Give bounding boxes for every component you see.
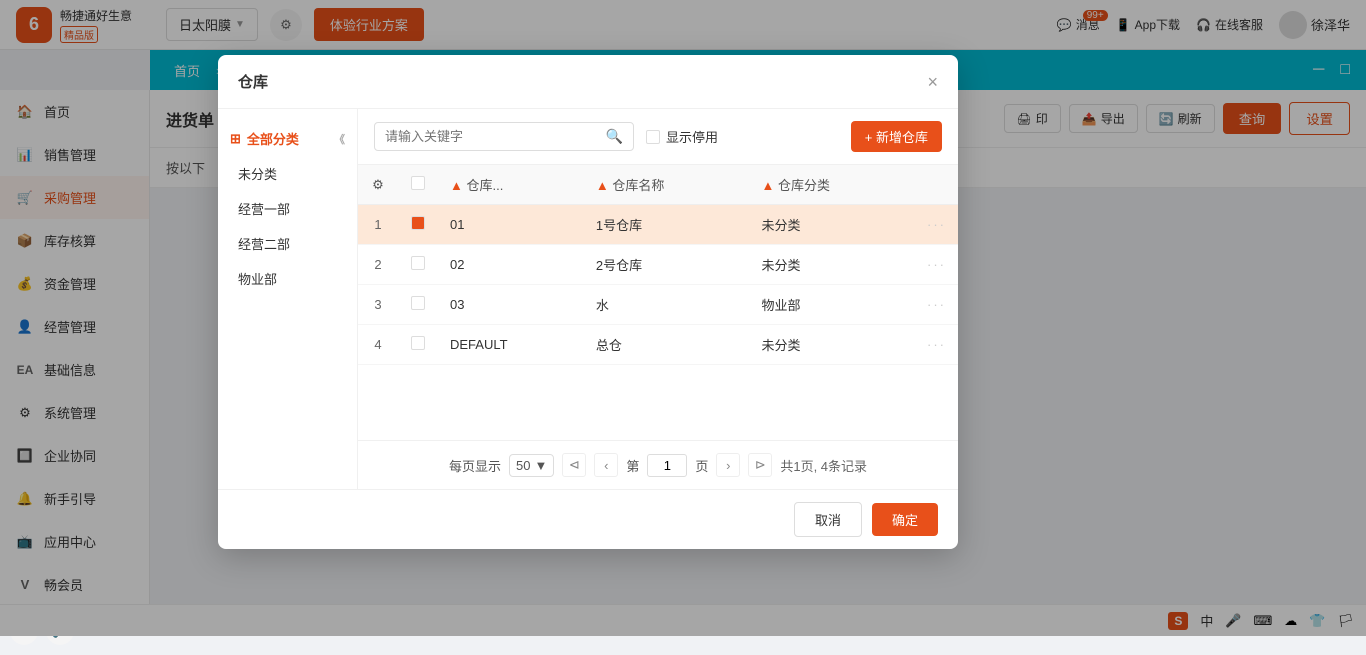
more-options-icon[interactable]: ··· bbox=[927, 337, 946, 352]
row-category: 物业部 bbox=[749, 285, 915, 325]
row-category: 未分类 bbox=[749, 325, 915, 365]
page-unit: 页 bbox=[695, 456, 708, 475]
row-id: 01 bbox=[438, 205, 584, 245]
col-check-header bbox=[398, 165, 438, 205]
page-label: 第 bbox=[626, 456, 639, 475]
search-box: 🔍 bbox=[374, 122, 634, 151]
last-page-button[interactable]: ⊳ bbox=[748, 453, 772, 477]
row-id: DEFAULT bbox=[438, 325, 584, 365]
row-category: 未分类 bbox=[749, 205, 915, 245]
row-id: 02 bbox=[438, 245, 584, 285]
row-number: 4 bbox=[358, 325, 398, 365]
col-name-header: ▲ 仓库名称 bbox=[584, 165, 750, 205]
row-more[interactable]: ··· bbox=[915, 285, 958, 325]
show-disabled-toggle[interactable]: 显示停用 bbox=[646, 127, 718, 146]
row-name: 1号仓库 bbox=[584, 205, 750, 245]
modal-title: 仓库 bbox=[238, 71, 268, 92]
more-options-icon[interactable]: ··· bbox=[927, 257, 946, 272]
warehouse-table: ⚙ ▲ 仓库... ▲ 仓库名称 bbox=[358, 165, 958, 440]
category-item-property[interactable]: 物业部 bbox=[218, 261, 357, 296]
modal-content: 🔍 显示停用 + 新增仓库 ⚙ bbox=[358, 109, 958, 489]
prev-page-button[interactable]: ‹ bbox=[594, 453, 618, 477]
row-more[interactable]: ··· bbox=[915, 325, 958, 365]
row-checkbox-cell[interactable] bbox=[398, 285, 438, 325]
show-disabled-checkbox[interactable] bbox=[646, 130, 660, 144]
row-name: 水 bbox=[584, 285, 750, 325]
row-number: 1 bbox=[358, 205, 398, 245]
category-item-dept2[interactable]: 经营二部 bbox=[218, 226, 357, 261]
select-all-checkbox[interactable] bbox=[411, 176, 425, 190]
add-warehouse-button[interactable]: + 新增仓库 bbox=[851, 121, 942, 152]
more-options-icon[interactable]: ··· bbox=[927, 217, 946, 232]
more-options-icon[interactable]: ··· bbox=[927, 297, 946, 312]
row-checkbox[interactable] bbox=[411, 296, 425, 310]
confirm-button[interactable]: 确定 bbox=[872, 503, 938, 536]
cancel-button[interactable]: 取消 bbox=[794, 502, 862, 537]
category-item-dept1[interactable]: 经营一部 bbox=[218, 191, 357, 226]
row-checkbox-cell[interactable] bbox=[398, 245, 438, 285]
page-total: 共1页, 4条记录 bbox=[780, 456, 867, 475]
table-row[interactable]: 1 01 1号仓库 未分类 ··· bbox=[358, 205, 958, 245]
table-row[interactable]: 3 03 水 物业部 ··· bbox=[358, 285, 958, 325]
page-number-input[interactable] bbox=[647, 454, 687, 477]
warehouse-modal: 仓库 × ⊞ 全部分类 《 未分类 经营一部 经营二部 物业部 bbox=[218, 55, 958, 549]
first-page-button[interactable]: ⊲ bbox=[562, 453, 586, 477]
modal-header: 仓库 × bbox=[218, 55, 958, 109]
table-row[interactable]: 2 02 2号仓库 未分类 ··· bbox=[358, 245, 958, 285]
search-input[interactable] bbox=[385, 129, 606, 144]
grid-icon: ⊞ bbox=[230, 131, 241, 147]
modal-pagination: 每页显示 50 ▼ ⊲ ‹ 第 页 › ⊳ 共1页, 4条记录 bbox=[358, 440, 958, 489]
col-category-header: ▲ 仓库分类 bbox=[749, 165, 915, 205]
table-row[interactable]: 4 DEFAULT 总仓 未分类 ··· bbox=[358, 325, 958, 365]
col-actions-header bbox=[915, 165, 958, 205]
row-checkbox[interactable] bbox=[411, 336, 425, 350]
all-categories-header[interactable]: ⊞ 全部分类 《 bbox=[218, 121, 357, 156]
row-more[interactable]: ··· bbox=[915, 205, 958, 245]
row-checkbox[interactable] bbox=[411, 216, 425, 230]
row-more[interactable]: ··· bbox=[915, 245, 958, 285]
row-category: 未分类 bbox=[749, 245, 915, 285]
modal-toolbar: 🔍 显示停用 + 新增仓库 bbox=[358, 109, 958, 165]
row-checkbox[interactable] bbox=[411, 256, 425, 270]
row-name: 2号仓库 bbox=[584, 245, 750, 285]
row-name: 总仓 bbox=[584, 325, 750, 365]
modal-footer: 取消 确定 bbox=[218, 489, 958, 549]
modal-category-panel: ⊞ 全部分类 《 未分类 经营一部 经营二部 物业部 bbox=[218, 109, 358, 489]
col-id-header: ▲ 仓库... bbox=[438, 165, 584, 205]
row-checkbox-cell[interactable] bbox=[398, 205, 438, 245]
col-settings-header: ⚙ bbox=[358, 165, 398, 205]
page-size-selector[interactable]: 50 ▼ bbox=[509, 454, 554, 477]
next-page-button[interactable]: › bbox=[716, 453, 740, 477]
row-id: 03 bbox=[438, 285, 584, 325]
modal-body: ⊞ 全部分类 《 未分类 经营一部 经营二部 物业部 🔍 bbox=[218, 109, 958, 489]
row-number: 3 bbox=[358, 285, 398, 325]
search-icon[interactable]: 🔍 bbox=[606, 128, 623, 145]
collapse-icon[interactable]: 《 bbox=[334, 131, 345, 147]
category-item-unclassified[interactable]: 未分类 bbox=[218, 156, 357, 191]
row-checkbox-cell[interactable] bbox=[398, 325, 438, 365]
row-number: 2 bbox=[358, 245, 398, 285]
chevron-down-icon: ▼ bbox=[534, 458, 547, 473]
modal-close-button[interactable]: × bbox=[927, 73, 938, 91]
